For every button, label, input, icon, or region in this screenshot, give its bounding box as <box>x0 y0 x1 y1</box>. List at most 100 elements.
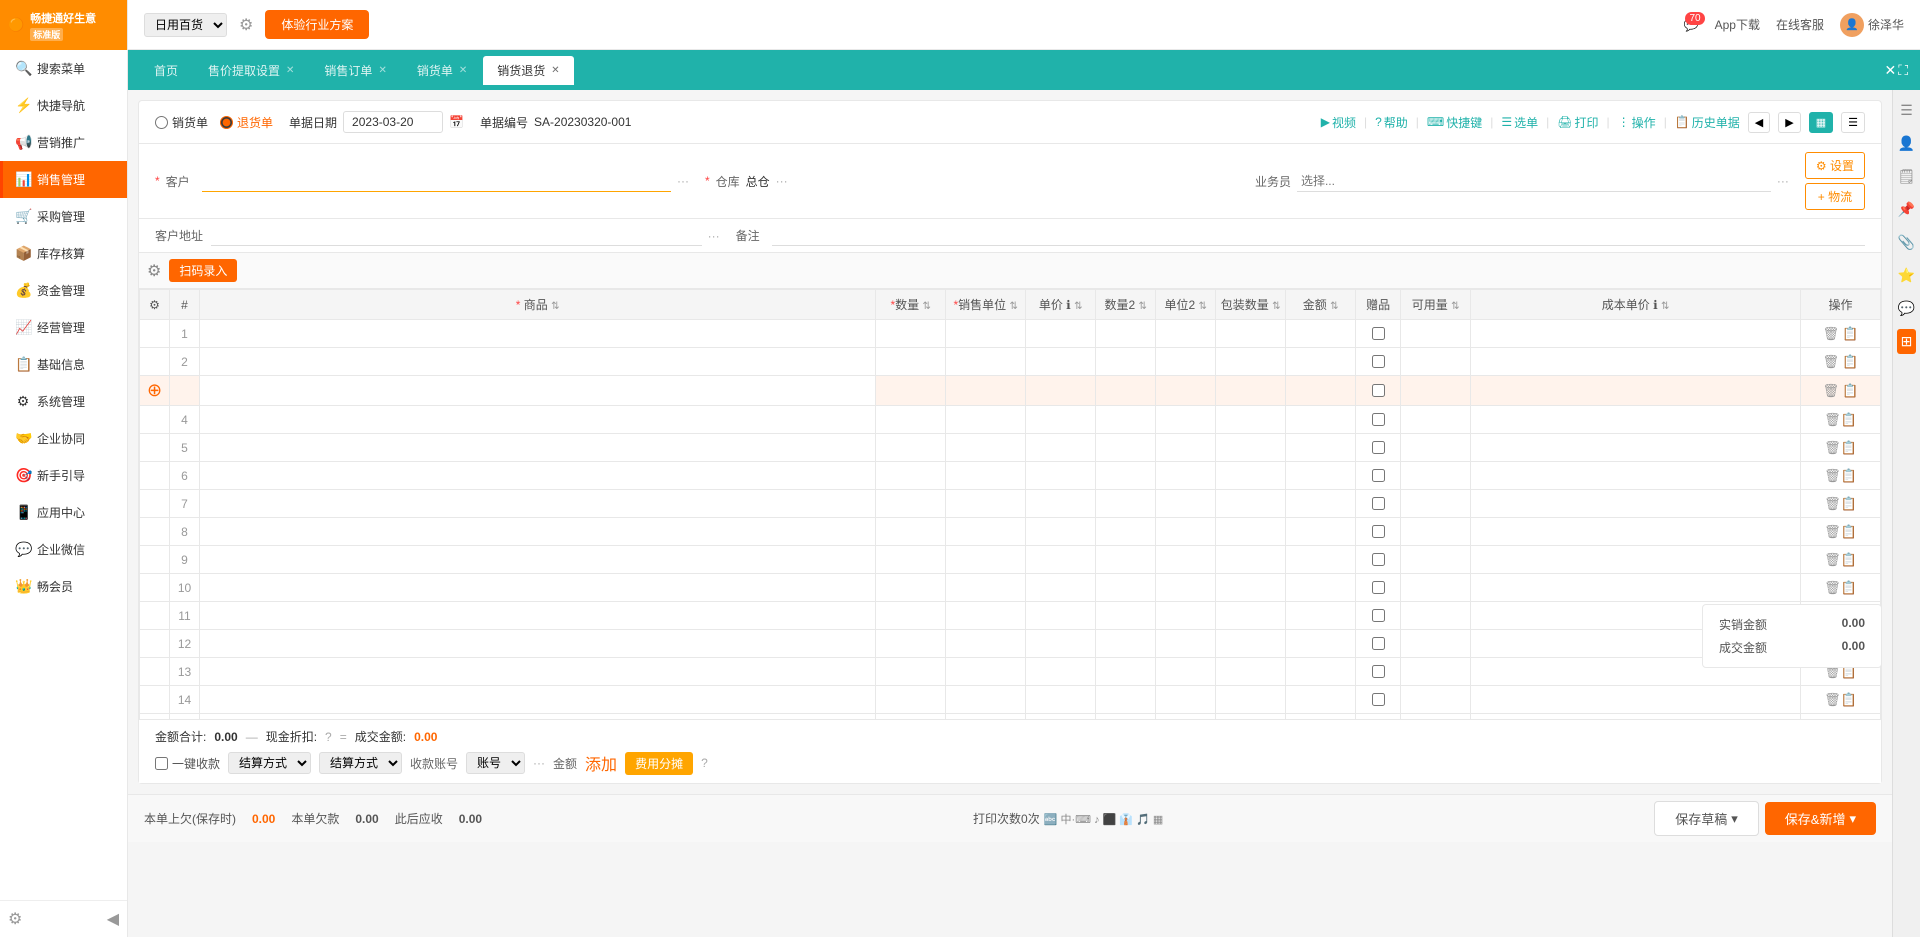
gear-table-icon[interactable]: ⚙ <box>147 261 161 281</box>
select-action[interactable]: ☰ 选单 <box>1501 114 1538 131</box>
delete-row-button-1[interactable]: 🗑 <box>1822 326 1839 342</box>
gift-checkbox-11[interactable] <box>1372 609 1385 622</box>
gift-checkbox-3[interactable] <box>1372 384 1385 397</box>
amount-cell-2[interactable] <box>1286 348 1356 376</box>
sidebar-item-quick-nav[interactable]: ⚡ 快捷导航 <box>0 87 127 124</box>
prev-record-button[interactable]: ◀ <box>1748 112 1770 133</box>
operation-action[interactable]: ⋮ 操作 <box>1618 114 1656 131</box>
goods-input-3[interactable] <box>204 384 871 398</box>
sale-unit-cell-2[interactable] <box>946 348 1026 376</box>
sidebar-item-enterprise-collab[interactable]: 🤝 企业协同 <box>0 420 127 457</box>
gift-checkbox-2[interactable] <box>1372 355 1385 368</box>
rs-icon-3[interactable]: 🗒 <box>1894 164 1920 189</box>
print-action[interactable]: 🖨 打印 <box>1557 114 1598 131</box>
unit2-cell-2[interactable] <box>1156 348 1216 376</box>
address-input[interactable] <box>211 225 702 246</box>
copy-row-button-4[interactable]: 📋 <box>1841 412 1857 428</box>
sidebar-item-system-mgmt[interactable]: ⚙ 系统管理 <box>0 383 127 420</box>
tab-sale-price-setting[interactable]: 售价提取设置 ✕ <box>194 56 308 85</box>
cta-button[interactable]: 体验行业方案 <box>265 10 369 39</box>
qty2-cell-2[interactable] <box>1096 348 1156 376</box>
warehouse-dots-button[interactable]: ··· <box>776 174 788 188</box>
tab-sales-order[interactable]: 销售订单 ✕ <box>310 56 400 85</box>
shipment-radio-label[interactable]: 销货单 <box>155 114 208 131</box>
chevron-down-icon[interactable]: ▾ <box>1731 811 1738 827</box>
tab-sales-shipment[interactable]: 销货单 ✕ <box>403 56 481 85</box>
online-service-link[interactable]: 在线客服 <box>1776 16 1824 33</box>
sidebar-item-purchase-mgmt[interactable]: 🛒 采购管理 <box>0 198 127 235</box>
help-action[interactable]: ? 帮助 <box>1375 114 1408 131</box>
gift-checkbox-4[interactable] <box>1372 413 1385 426</box>
available-cell-3[interactable] <box>1401 376 1471 406</box>
available-cell-2[interactable] <box>1401 348 1471 376</box>
date-input[interactable] <box>343 111 443 133</box>
rs-icon-2[interactable]: 👤 <box>1894 131 1919 156</box>
qty2-cell-3[interactable] <box>1096 376 1156 406</box>
sidebar-item-inventory[interactable]: 📦 库存核算 <box>0 235 127 272</box>
salesperson-input[interactable] <box>1297 171 1771 192</box>
goods-cell-1[interactable] <box>200 320 876 348</box>
grid-view-button[interactable]: ▦ <box>1809 112 1833 133</box>
copy-row-button-9[interactable]: 📋 <box>1841 552 1857 568</box>
history-action[interactable]: 📋 历史单据 <box>1675 114 1740 131</box>
sidebar-collapse-button[interactable]: ◀ <box>107 909 119 929</box>
message-icon[interactable]: 💬 70 <box>1684 18 1699 32</box>
app-download-link[interactable]: App下载 <box>1715 16 1760 33</box>
cost-price-cell-2[interactable] <box>1471 348 1801 376</box>
delete-row-button-7[interactable]: 🗑 <box>1824 496 1841 512</box>
delete-row-button-14[interactable]: 🗑 <box>1824 692 1841 708</box>
sale-unit-cell-3[interactable] <box>946 376 1026 406</box>
fee-split-button[interactable]: 费用分摊 <box>625 752 693 775</box>
unit2-cell-3[interactable] <box>1156 376 1216 406</box>
pkg-qty-cell-1[interactable] <box>1216 320 1286 348</box>
gift-checkbox-8[interactable] <box>1372 525 1385 538</box>
pkg-qty-cell-2[interactable] <box>1216 348 1286 376</box>
rs-icon-6[interactable]: ⭐ <box>1894 263 1919 288</box>
amount-cell-3[interactable] <box>1286 376 1356 406</box>
settle-method-select[interactable]: 结算方式 <box>228 752 311 774</box>
remark-input[interactable] <box>772 225 1865 246</box>
sidebar-item-changhui[interactable]: 👑 畅会员 <box>0 568 127 605</box>
tab-close-icon[interactable]: ✕ <box>378 65 386 76</box>
delete-row-button-3[interactable]: 🗑 <box>1822 383 1839 399</box>
qty-cell-3[interactable] <box>876 376 946 406</box>
copy-row-button-3[interactable]: 📋 <box>1842 383 1858 399</box>
copy-row-button-2[interactable]: 📋 <box>1842 354 1858 370</box>
goods-cell-2[interactable] <box>200 348 876 376</box>
tab-sales-return[interactable]: 销货退货 ✕ <box>483 56 573 85</box>
amount-cell-1[interactable] <box>1286 320 1356 348</box>
delete-row-button-5[interactable]: 🗑 <box>1824 440 1841 456</box>
gift-checkbox-6[interactable] <box>1372 469 1385 482</box>
tab-close-icon[interactable]: ✕ <box>551 65 559 76</box>
delete-row-button-6[interactable]: 🗑 <box>1824 468 1841 484</box>
next-record-button[interactable]: ▶ <box>1778 112 1800 133</box>
col-settings-icon[interactable]: ⚙ <box>149 298 160 312</box>
gift-checkbox-5[interactable] <box>1372 441 1385 454</box>
save-new-button[interactable]: 保存&新增 ▾ <box>1765 802 1876 835</box>
goods-cell-3[interactable] <box>200 376 876 406</box>
qty-cell-1[interactable] <box>876 320 946 348</box>
rs-icon-7[interactable]: 💬 <box>1894 296 1919 321</box>
settings-button[interactable]: ⚙ 设置 <box>1805 152 1865 179</box>
sidebar-item-marketing[interactable]: 📢 营销推广 <box>0 124 127 161</box>
rs-icon-1[interactable]: ☰ <box>1896 98 1917 123</box>
tab-close-all-button[interactable]: ✕ <box>1884 62 1896 79</box>
copy-row-button-8[interactable]: 📋 <box>1841 524 1857 540</box>
delete-row-button-10[interactable]: 🗑 <box>1824 580 1841 596</box>
sidebar-item-sales-mgmt[interactable]: 📊 销售管理 <box>0 161 127 198</box>
sidebar-settings-button[interactable]: ⚙ <box>8 909 22 929</box>
add-row-cell[interactable]: ⊕ <box>140 376 170 406</box>
address-dots-button[interactable]: ··· <box>708 229 720 243</box>
unit2-cell-1[interactable] <box>1156 320 1216 348</box>
copy-row-button-6[interactable]: 📋 <box>1841 468 1857 484</box>
unit-price-cell-3[interactable] <box>1026 376 1096 406</box>
available-cell-1[interactable] <box>1401 320 1471 348</box>
pkg-qty-cell-3[interactable] <box>1216 376 1286 406</box>
return-radio[interactable] <box>220 116 233 129</box>
tab-expand-button[interactable]: ⛶ <box>1898 62 1908 79</box>
topbar-gear-icon[interactable]: ⚙ <box>239 15 253 35</box>
copy-row-button-5[interactable]: 📋 <box>1841 440 1857 456</box>
copy-row-button-14[interactable]: 📋 <box>1841 692 1857 708</box>
gift-cell-3[interactable] <box>1356 376 1401 406</box>
copy-row-button-7[interactable]: 📋 <box>1841 496 1857 512</box>
